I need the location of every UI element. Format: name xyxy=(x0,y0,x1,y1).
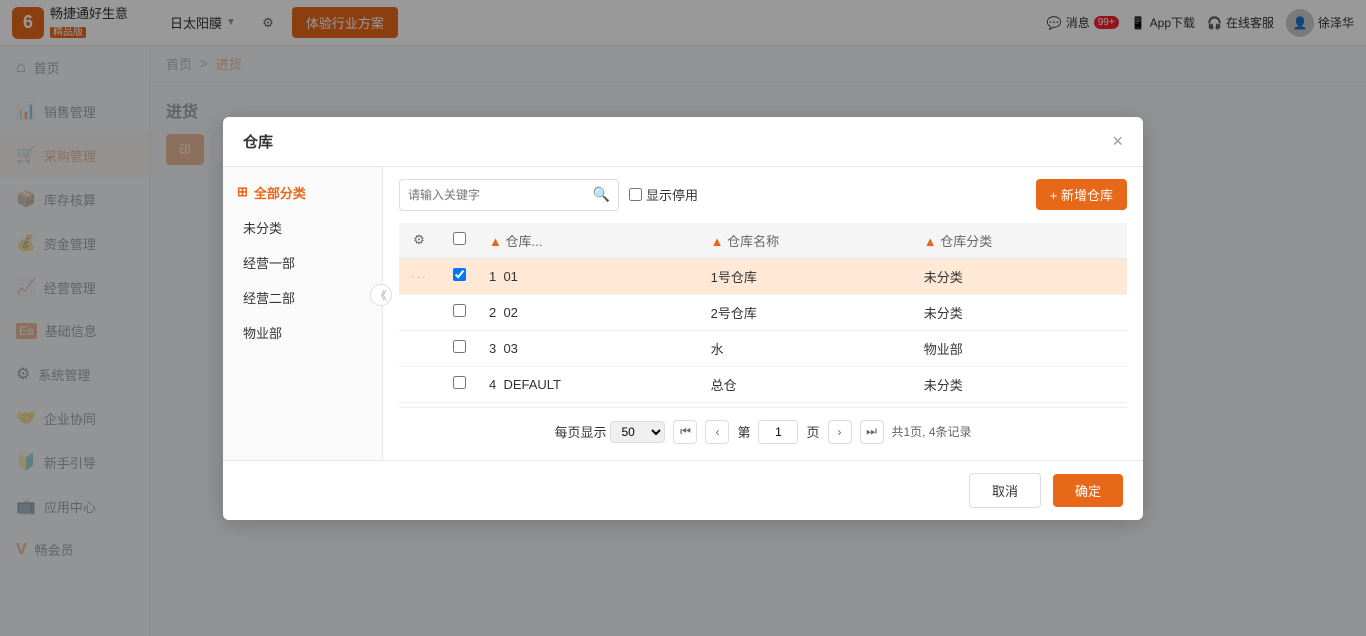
search-input[interactable] xyxy=(408,188,593,202)
row-category: 未分类 xyxy=(914,366,1127,402)
cancel-button[interactable]: 取消 xyxy=(969,473,1041,508)
row-code: 3 03 xyxy=(479,330,701,366)
modal-sidebar-dept2[interactable]: 经营二部 xyxy=(223,280,382,315)
show-disabled-label: 显示停用 xyxy=(629,185,698,204)
modal-close-button[interactable]: × xyxy=(1112,131,1123,152)
row-code: 2 02 xyxy=(479,294,701,330)
row-name: 1号仓库 xyxy=(701,258,914,294)
confirm-button[interactable]: 确定 xyxy=(1053,474,1123,507)
select-all-checkbox[interactable] xyxy=(453,232,466,245)
row-checkbox[interactable] xyxy=(453,376,466,389)
modal-header: 仓库 × xyxy=(223,117,1143,167)
page-number-input[interactable] xyxy=(758,420,798,444)
modal-table: ⚙ ▲ 仓库... ▲ xyxy=(399,223,1127,403)
settings-col-icon: ⚙ xyxy=(413,232,425,247)
col-header-name[interactable]: ▲ 仓库名称 xyxy=(701,223,914,259)
prev-page-button[interactable]: ‹ xyxy=(705,420,729,444)
col-header-category[interactable]: ▲ 仓库分类 xyxy=(914,223,1127,259)
row-checkbox-cell xyxy=(439,294,479,330)
pagination: 每页显示 50 100 200 ⏮ ‹ 第 页 › ⏭ 共1页, 4条记录 xyxy=(399,407,1127,448)
modal-sidebar-dept1[interactable]: 经营一部 xyxy=(223,245,382,280)
warehouse-table: ⚙ ▲ 仓库... ▲ xyxy=(399,223,1127,403)
modal-sidebar-all-category[interactable]: ⊞ 全部分类 xyxy=(223,175,382,210)
col-header-settings: ⚙ xyxy=(399,223,439,259)
next-page-button[interactable]: › xyxy=(828,420,852,444)
row-actions xyxy=(399,294,439,330)
row-category: 未分类 xyxy=(914,294,1127,330)
table-row[interactable]: ··· 1 01 1号仓库 未分类 xyxy=(399,258,1127,294)
modal-title: 仓库 xyxy=(243,131,273,152)
modal-body: ⊞ 全部分类 未分类 经营一部 经营二部 物业部 《 🔍 xyxy=(223,167,1143,460)
modal-toolbar: 🔍 显示停用 + 新增仓库 xyxy=(399,179,1127,211)
row-checkbox[interactable] xyxy=(453,304,466,317)
table-row[interactable]: 2 02 2号仓库 未分类 xyxy=(399,294,1127,330)
col-header-checkbox xyxy=(439,223,479,259)
table-row[interactable]: 4 DEFAULT 总仓 未分类 xyxy=(399,366,1127,402)
row-actions-icon[interactable]: ··· xyxy=(411,269,427,284)
col-header-code[interactable]: ▲ 仓库... xyxy=(479,223,701,259)
search-input-wrap[interactable]: 🔍 xyxy=(399,179,619,211)
row-category: 物业部 xyxy=(914,330,1127,366)
grid-icon: ⊞ xyxy=(237,184,248,200)
row-checkbox[interactable] xyxy=(453,268,466,281)
row-checkbox[interactable] xyxy=(453,340,466,353)
row-category: 未分类 xyxy=(914,258,1127,294)
row-code: 1 01 xyxy=(479,258,701,294)
row-code: 4 DEFAULT xyxy=(479,366,701,402)
sort-icon-code: ▲ xyxy=(489,234,502,249)
show-disabled-checkbox[interactable] xyxy=(629,188,642,201)
sort-icon-category: ▲ xyxy=(924,234,937,249)
row-checkbox-cell xyxy=(439,258,479,294)
page-size-dropdown[interactable]: 50 100 200 xyxy=(610,421,665,443)
table-row[interactable]: 3 03 水 物业部 xyxy=(399,330,1127,366)
first-page-button[interactable]: ⏮ xyxy=(673,420,697,444)
modal-sidebar: ⊞ 全部分类 未分类 经营一部 经营二部 物业部 《 xyxy=(223,167,383,460)
modal-footer: 取消 确定 xyxy=(223,460,1143,520)
modal-overlay: 仓库 × ⊞ 全部分类 未分类 经营一部 经营二部 物业部 《 xyxy=(0,0,1366,636)
add-warehouse-button[interactable]: + 新增仓库 xyxy=(1036,179,1127,210)
row-actions xyxy=(399,330,439,366)
last-page-button[interactable]: ⏭ xyxy=(860,420,884,444)
table-header-row: ⚙ ▲ 仓库... ▲ xyxy=(399,223,1127,259)
sort-icon-name: ▲ xyxy=(711,234,724,249)
row-actions xyxy=(399,366,439,402)
table-body: ··· 1 01 1号仓库 未分类 2 02 2号仓库 未分类 xyxy=(399,258,1127,402)
search-icon[interactable]: 🔍 xyxy=(593,186,610,203)
row-name: 水 xyxy=(701,330,914,366)
warehouse-modal: 仓库 × ⊞ 全部分类 未分类 经营一部 经营二部 物业部 《 xyxy=(223,117,1143,520)
modal-main: 🔍 显示停用 + 新增仓库 ⚙ xyxy=(383,167,1143,460)
row-actions: ··· xyxy=(399,258,439,294)
page-info: 共1页, 4条记录 xyxy=(892,423,972,440)
modal-sidebar-unclassified[interactable]: 未分类 xyxy=(223,210,382,245)
sidebar-collapse-button[interactable]: 《 xyxy=(370,284,392,306)
modal-sidebar-property[interactable]: 物业部 xyxy=(223,315,382,350)
page-size-select: 每页显示 50 100 200 xyxy=(554,421,665,443)
row-name: 总仓 xyxy=(701,366,914,402)
row-checkbox-cell xyxy=(439,366,479,402)
row-checkbox-cell xyxy=(439,330,479,366)
row-name: 2号仓库 xyxy=(701,294,914,330)
